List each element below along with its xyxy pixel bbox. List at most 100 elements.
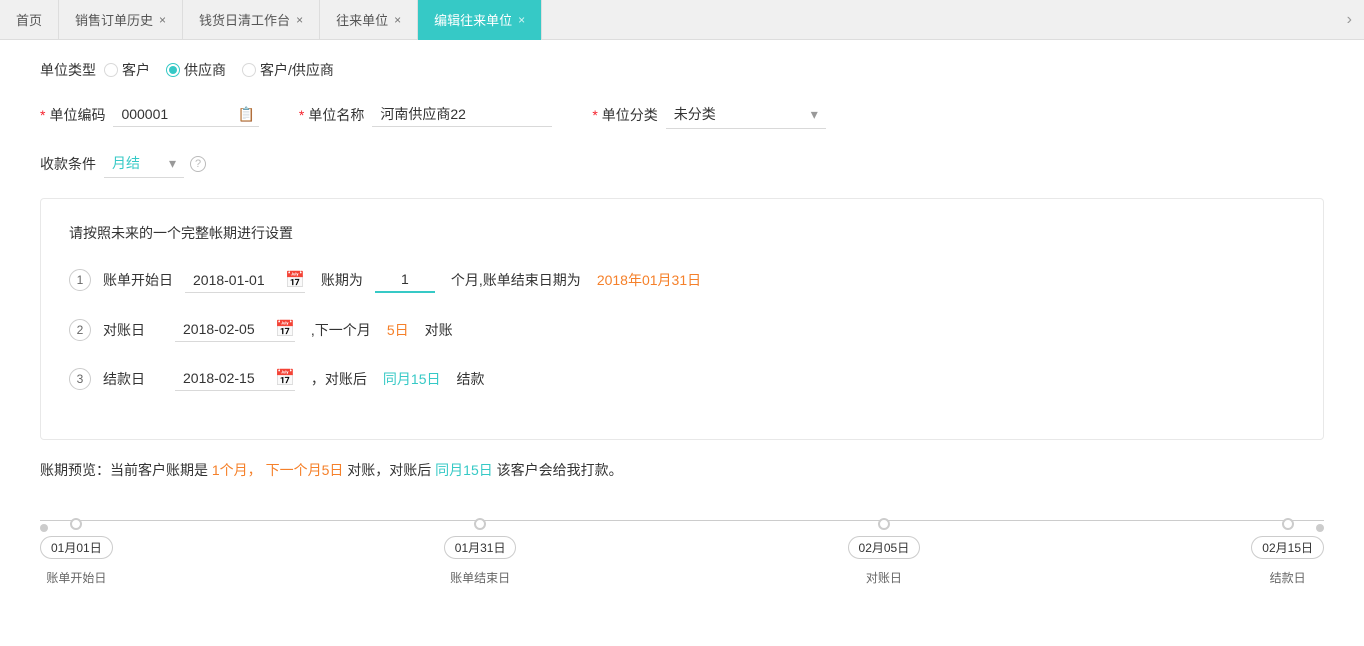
tab-units[interactable]: 往来单位 × bbox=[320, 0, 418, 40]
radio-label-supplier: 供应商 bbox=[184, 60, 226, 80]
close-icon[interactable]: × bbox=[518, 13, 525, 27]
section-box: 请按照未来的一个完整帐期进行设置 1 账单开始日 📅 账期为 个月,账单结束日期… bbox=[40, 198, 1324, 440]
step-desc-prefix-1: 账期为 bbox=[321, 270, 363, 290]
help-icon[interactable]: ? bbox=[190, 156, 206, 172]
step-num-1: 1 bbox=[69, 269, 91, 291]
unit-name-label: 单位名称 bbox=[308, 105, 364, 125]
radio-label-both: 客户/供应商 bbox=[260, 60, 334, 80]
date-input-3[interactable] bbox=[175, 366, 275, 390]
main-content: 单位类型 客户 供应商 客户/供应商 * 单位编码 bbox=[0, 40, 1364, 646]
tab-label: 钱货日清工作台 bbox=[199, 10, 290, 29]
tab-home[interactable]: 首页 bbox=[0, 0, 59, 40]
unit-code-input-wrapper: 📋 bbox=[113, 102, 258, 127]
calendar-icon-1[interactable]: 📅 bbox=[285, 270, 305, 290]
unit-category-select[interactable]: 未分类 ▾ bbox=[666, 100, 826, 129]
calendar-icon-3[interactable]: 📅 bbox=[275, 368, 295, 388]
dropdown-arrow-icon: ▾ bbox=[811, 106, 818, 123]
date-input-1[interactable] bbox=[185, 268, 285, 292]
radio-group: 客户 供应商 客户/供应商 bbox=[104, 60, 334, 80]
payment-row: 收款条件 月结 ▾ ? bbox=[40, 149, 1324, 178]
step-date-1: 📅 bbox=[185, 268, 305, 293]
copy-icon[interactable]: 📋 bbox=[233, 106, 258, 123]
timeline-badge-3: 02月05日 bbox=[848, 536, 921, 559]
radio-circle-customer bbox=[104, 63, 118, 77]
radio-label-customer: 客户 bbox=[122, 60, 150, 80]
close-icon[interactable]: × bbox=[394, 13, 401, 27]
required-star: * bbox=[299, 107, 304, 123]
tab-label: 销售订单历史 bbox=[75, 10, 153, 29]
unit-code-label: 单位编码 bbox=[49, 105, 105, 125]
required-star: * bbox=[40, 107, 45, 123]
timeline-point-4: 02月15日 结款日 bbox=[1251, 518, 1324, 586]
close-icon[interactable]: × bbox=[159, 13, 166, 27]
unit-name-input[interactable] bbox=[372, 102, 552, 127]
unit-category-field: * 单位分类 未分类 ▾ bbox=[592, 100, 825, 129]
timeline-points: 01月01日 账单开始日 01月31日 账单结束日 02月05日 对账日 02月… bbox=[40, 518, 1324, 586]
unit-type-field: 单位类型 客户 供应商 客户/供应商 bbox=[40, 60, 334, 80]
preview-middle: 下一个月5日 bbox=[266, 462, 344, 478]
radio-both[interactable]: 客户/供应商 bbox=[242, 60, 334, 80]
dropdown-arrow-icon: ▾ bbox=[169, 155, 176, 172]
payment-field: 收款条件 月结 ▾ ? bbox=[40, 149, 206, 178]
required-star: * bbox=[592, 107, 597, 123]
date-input-2[interactable] bbox=[175, 317, 275, 341]
tab-label: 编辑往来单位 bbox=[434, 10, 512, 29]
timeline-dot-1 bbox=[70, 518, 82, 530]
unit-code-field: * 单位编码 📋 bbox=[40, 102, 259, 127]
timeline-point-2: 01月31日 账单结束日 bbox=[444, 518, 517, 586]
timeline-desc-2: 账单结束日 bbox=[450, 569, 510, 586]
step-desc-suffix-1: 个月,账单结束日期为 bbox=[451, 270, 581, 290]
step-desc-3a: ，对账后 bbox=[311, 369, 367, 389]
preview-suffix: 该客户会给我打款。 bbox=[497, 462, 623, 478]
preview-prefix: 账期预览：当前客户账期是 bbox=[40, 462, 208, 478]
radio-circle-supplier bbox=[166, 63, 180, 77]
timeline-point-1: 01月01日 账单开始日 bbox=[40, 518, 113, 586]
timeline-badge-4: 02月15日 bbox=[1251, 536, 1324, 559]
step-row-2: 2 对账日 📅 ,下一个月 5日 对账 bbox=[69, 317, 1295, 342]
timeline-badge-1: 01月01日 bbox=[40, 536, 113, 559]
timeline-desc-4: 结款日 bbox=[1270, 569, 1306, 586]
tab-edit-units[interactable]: 编辑往来单位 × bbox=[418, 0, 542, 40]
tab-label: 往来单位 bbox=[336, 10, 388, 29]
radio-customer[interactable]: 客户 bbox=[104, 60, 150, 80]
payment-value: 月结 bbox=[112, 153, 161, 173]
preview-period: 1个月， bbox=[212, 462, 262, 478]
step-date-2: 📅 bbox=[175, 317, 295, 342]
section-title: 请按照未来的一个完整帐期进行设置 bbox=[69, 223, 1295, 243]
step-num-2: 2 bbox=[69, 319, 91, 341]
tab-more-button[interactable]: › bbox=[1335, 11, 1364, 29]
step-label-3: 结款日 bbox=[103, 369, 163, 389]
timeline-dot-2 bbox=[474, 518, 486, 530]
unit-category-label: 单位分类 bbox=[602, 105, 658, 125]
unit-category-value: 未分类 bbox=[674, 104, 803, 124]
tab-daily-work[interactable]: 钱货日清工作台 × bbox=[183, 0, 320, 40]
timeline-desc-3: 对账日 bbox=[866, 569, 902, 586]
step-desc-3c: 结款 bbox=[457, 369, 485, 389]
timeline-dot-4 bbox=[1282, 518, 1294, 530]
payment-label: 收款条件 bbox=[40, 154, 96, 174]
radio-supplier[interactable]: 供应商 bbox=[166, 60, 226, 80]
tab-bar: 首页 销售订单历史 × 钱货日清工作台 × 往来单位 × 编辑往来单位 × › bbox=[0, 0, 1364, 40]
close-icon[interactable]: × bbox=[296, 13, 303, 27]
step-desc-3b: 同月15日 bbox=[383, 369, 441, 389]
step-label-1: 账单开始日 bbox=[103, 270, 173, 290]
timeline-point-3: 02月05日 对账日 bbox=[848, 518, 921, 586]
step-desc-2b: 5日 bbox=[387, 320, 409, 340]
step-num-3: 3 bbox=[69, 368, 91, 390]
timeline-dot-3 bbox=[878, 518, 890, 530]
step-label-2: 对账日 bbox=[103, 320, 163, 340]
unit-type-label: 单位类型 bbox=[40, 60, 96, 80]
unit-name-field: * 单位名称 bbox=[299, 102, 552, 127]
tab-sales-history[interactable]: 销售订单历史 × bbox=[59, 0, 183, 40]
step-desc-2c: 对账 bbox=[425, 320, 453, 340]
preview-text: 账期预览：当前客户账期是 1个月， 下一个月5日 对账，对账后 同月15日 该客… bbox=[40, 460, 1324, 480]
timeline-badge-2: 01月31日 bbox=[444, 536, 517, 559]
timeline-desc-1: 账单开始日 bbox=[46, 569, 106, 586]
payment-select[interactable]: 月结 ▾ bbox=[104, 149, 184, 178]
calendar-icon-2[interactable]: 📅 bbox=[275, 319, 295, 339]
tab-label: 首页 bbox=[16, 10, 42, 29]
period-input[interactable] bbox=[375, 267, 435, 293]
unit-code-input[interactable] bbox=[113, 102, 233, 126]
unit-info-row: * 单位编码 📋 * 单位名称 * 单位分类 未分类 ▾ bbox=[40, 100, 1324, 129]
step-end-date-1: 2018年01月31日 bbox=[597, 270, 701, 290]
